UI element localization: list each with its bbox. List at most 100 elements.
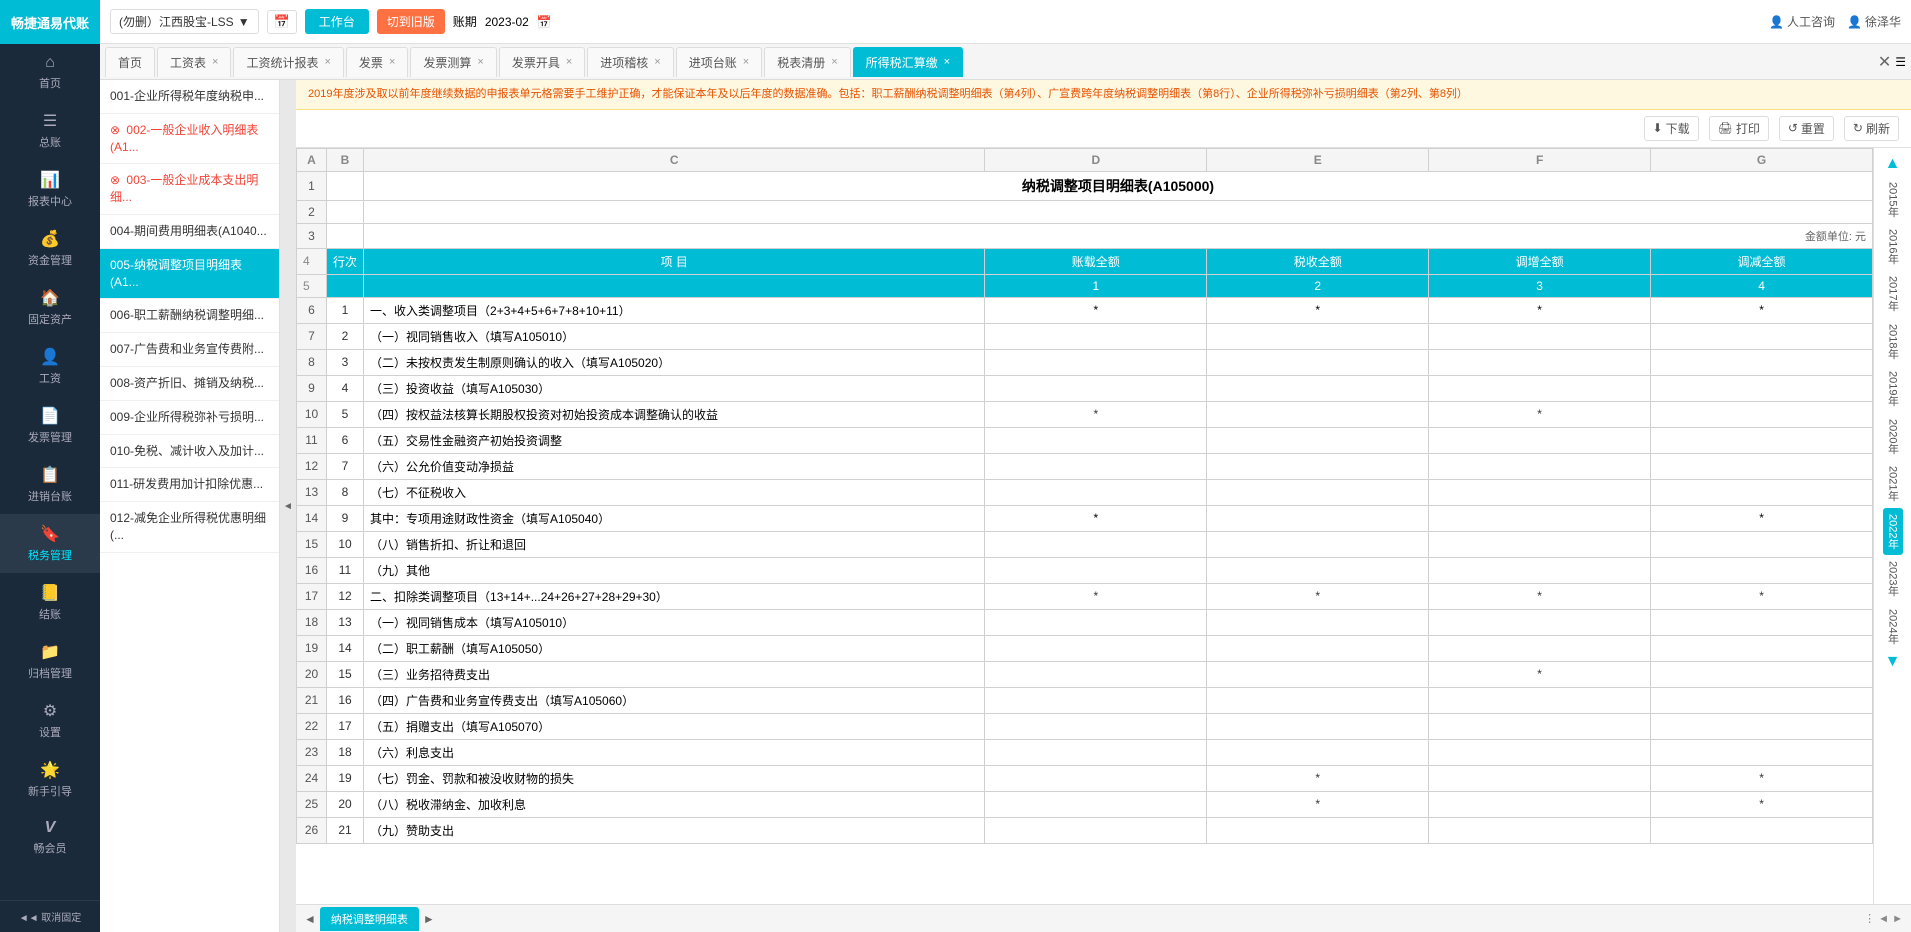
year-item-2022[interactable]: 2022年 — [1883, 508, 1903, 555]
sidebar-item-guide[interactable]: 🌟 新手引导 — [0, 750, 100, 809]
sidebar-item-payroll[interactable]: 👤 工资 — [0, 337, 100, 396]
year-up-button[interactable]: ▲ — [1882, 152, 1904, 176]
year-item-2015[interactable]: 2015年 — [1883, 176, 1903, 223]
sidebar-item-purchases[interactable]: 📋 进销台账 — [0, 455, 100, 514]
left-item-004[interactable]: 004-期间费用明细表(A1040... — [100, 215, 279, 249]
refresh-button[interactable]: ↻ 刷新 — [1844, 116, 1899, 141]
year-down-button[interactable]: ▼ — [1882, 650, 1904, 674]
download-label: 下载 — [1666, 120, 1690, 137]
left-item-012[interactable]: 012-减免企业所得税优惠明细(... — [100, 502, 279, 553]
tab-income-tax-close[interactable]: × — [944, 56, 950, 68]
pin-button[interactable]: ◄◄ 取消固定 — [0, 901, 100, 932]
tab-inbound-check[interactable]: 进项稽核 × — [587, 47, 673, 77]
tab-payroll-close[interactable]: × — [212, 56, 218, 68]
sidebar-label-assets: 固定资产 — [28, 311, 72, 327]
tabbar-menu-icon[interactable]: ☰ — [1895, 55, 1906, 69]
tabbar-close-all[interactable]: ✕ — [1878, 52, 1891, 72]
sidebar-item-settings[interactable]: ⚙ 设置 — [0, 691, 100, 750]
left-item-002[interactable]: ⊗ 002-一般企业收入明细表(A1... — [100, 114, 279, 165]
user-avatar[interactable]: 👤 徐泽华 — [1847, 13, 1901, 30]
year-item-2016[interactable]: 2016年 — [1883, 223, 1903, 270]
left-item-010[interactable]: 010-免税、减计收入及加计... — [100, 435, 279, 469]
tab-tax-clear[interactable]: 税表清册 × — [764, 47, 850, 77]
tab-income-tax[interactable]: 所得税汇算缴 × — [853, 47, 963, 77]
table-header-row: 4 行次 项 目 账载全额 税收全额 调增全额 调减全额 — [297, 248, 1873, 274]
year-item-2019[interactable]: 2019年 — [1883, 365, 1903, 412]
back-button[interactable]: 切到旧版 — [377, 9, 445, 34]
left-item-007[interactable]: 007-广告费和业务宣传费附... — [100, 333, 279, 367]
print-button[interactable]: 🖨 打印 — [1709, 116, 1769, 141]
tab-tax-clear-close[interactable]: × — [831, 56, 837, 68]
sidebar-item-home[interactable]: ⌂ 首页 — [0, 44, 100, 101]
left-item-008[interactable]: 008-资产折旧、摊销及纳税... — [100, 367, 279, 401]
left-item-009[interactable]: 009-企业所得税弥补亏损明... — [100, 401, 279, 435]
tab-invoice-close[interactable]: × — [389, 56, 395, 68]
tab-payroll-stats[interactable]: 工资统计报表 × — [233, 47, 343, 77]
col-col4-header: 调减全额 — [1651, 248, 1873, 274]
col-item-header: 项 目 — [364, 248, 985, 274]
tab-payroll[interactable]: 工资表 × — [157, 47, 231, 77]
col-d-header: D — [985, 148, 1207, 171]
sheet-nav-left[interactable]: ◄ — [304, 912, 316, 926]
year-item-2018[interactable]: 2018年 — [1883, 318, 1903, 365]
tab-invoice-open[interactable]: 发票开具 × — [499, 47, 585, 77]
left-item-005[interactable]: 005-纳税调整项目明细表(A1... — [100, 249, 279, 300]
year-item-2024[interactable]: 2024年 — [1883, 603, 1903, 650]
table-row: 15 10 （八）销售折扣、折让和退回 — [297, 531, 1873, 557]
table-row: 22 17 （五）捐赠支出（填写A105070） — [297, 713, 1873, 739]
left-item-003[interactable]: ⊗ 003-一般企业成本支出明细... — [100, 164, 279, 215]
sheet-nav-right[interactable]: ► — [423, 912, 435, 926]
col-g-header: G — [1651, 148, 1873, 171]
sidebar-label-finance: 资金管理 — [28, 252, 72, 268]
tab-inbound-ledger[interactable]: 进项台账 × — [676, 47, 762, 77]
tab-home[interactable]: 首页 — [105, 47, 155, 77]
company-selector[interactable]: (勿删）江西股宝-LSS ▼ — [110, 9, 259, 34]
left-item-001[interactable]: 001-企业所得税年度纳税申... — [100, 80, 279, 114]
col-hangnum-header: 行次 — [327, 248, 364, 274]
sidebar-item-finance[interactable]: 💰 资金管理 — [0, 219, 100, 278]
tab-invoice-calc[interactable]: 发票测算 × — [410, 47, 496, 77]
left-item-006[interactable]: 006-职工薪酬纳税调整明细... — [100, 299, 279, 333]
table-row: 13 8 （七）不征税收入 — [297, 479, 1873, 505]
year-item-2020[interactable]: 2020年 — [1883, 413, 1903, 460]
calendar-icon[interactable]: 📅 — [537, 15, 552, 29]
reset-button[interactable]: ↺ 重置 — [1779, 116, 1834, 141]
col-letter-row: A B C D E F G — [297, 148, 1873, 171]
workbench-button[interactable]: 工作台 — [305, 9, 369, 34]
calendar-button[interactable]: 📅 — [267, 10, 297, 34]
tab-invoice-open-close[interactable]: × — [566, 56, 572, 68]
panel-collapse-button[interactable]: ◄ — [280, 80, 296, 932]
year-item-2021[interactable]: 2021年 — [1883, 460, 1903, 507]
close-period-icon: 📒 — [40, 583, 60, 603]
tab-invoice-calc-close[interactable]: × — [477, 56, 483, 68]
sidebar-label-guide: 新手引导 — [28, 783, 72, 799]
year-item-2017[interactable]: 2017年 — [1883, 270, 1903, 317]
table-row: 12 7 （六）公允价值变动净损益 — [297, 453, 1873, 479]
download-button[interactable]: ⬇ 下载 — [1644, 116, 1699, 141]
sidebar-item-invoice[interactable]: 📄 发票管理 — [0, 396, 100, 455]
sidebar-item-reports[interactable]: 📊 报表中心 — [0, 160, 100, 219]
sidebar-label-member: 畅会员 — [34, 840, 67, 856]
member-icon: V — [45, 819, 56, 837]
tab-inbound-ledger-close[interactable]: × — [743, 56, 749, 68]
avatar-icon: 👤 — [1847, 15, 1862, 29]
support-button[interactable]: 👤 人工咨询 — [1769, 13, 1835, 30]
tab-invoice-open-label: 发票开具 — [512, 54, 560, 71]
tab-invoice[interactable]: 发票 × — [346, 47, 408, 77]
sidebar-item-archive[interactable]: 📁 归档管理 — [0, 632, 100, 691]
bottom-tab-adjust[interactable]: 纳税调整明细表 — [320, 907, 419, 931]
content-area: 001-企业所得税年度纳税申... ⊗ 002-一般企业收入明细表(A1... … — [100, 80, 1911, 932]
sidebar-item-tax[interactable]: 🔖 税务管理 — [0, 514, 100, 573]
table-row: 10 5 （四）按权益法核算长期股权投资对初始投资成本调整确认的收益 * * — [297, 401, 1873, 427]
year-item-2023[interactable]: 2023年 — [1883, 555, 1903, 602]
sidebar-label-payroll: 工资 — [39, 370, 61, 386]
table-year-wrapper: A B C D E F G 1 — [296, 148, 1911, 905]
table-row: 21 16 （四）广告费和业务宣传费支出（填写A105060） — [297, 687, 1873, 713]
sidebar-item-member[interactable]: V 畅会员 — [0, 809, 100, 866]
sidebar-item-ledger[interactable]: ☰ 总账 — [0, 101, 100, 160]
sidebar-item-assets[interactable]: 🏠 固定资产 — [0, 278, 100, 337]
tab-inbound-check-close[interactable]: × — [654, 56, 660, 68]
left-item-011[interactable]: 011-研发费用加计扣除优惠... — [100, 468, 279, 502]
sidebar-item-close[interactable]: 📒 结账 — [0, 573, 100, 632]
tab-payroll-stats-close[interactable]: × — [324, 56, 330, 68]
